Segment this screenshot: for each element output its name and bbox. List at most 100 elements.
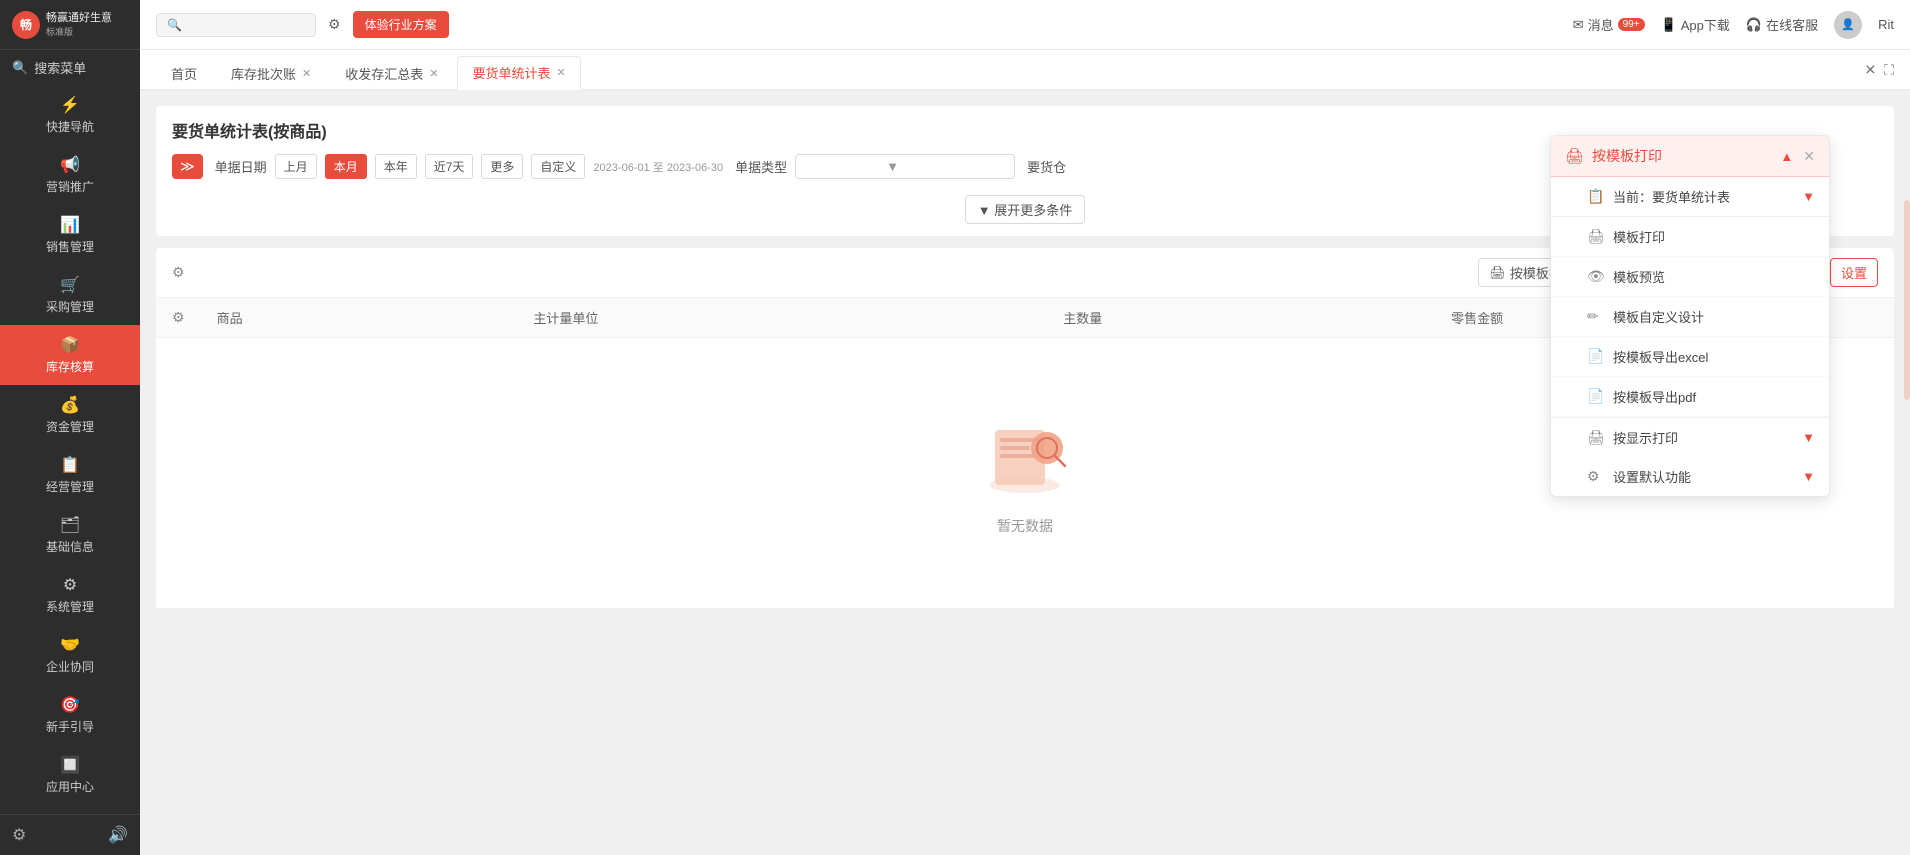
sidebar-item-label: 库存核算 xyxy=(46,358,94,375)
sales-icon: 📊 xyxy=(60,215,80,235)
date-btn-custom[interactable]: 自定义 xyxy=(531,154,585,179)
sidebar-item-basic-info[interactable]: 🗂 基础信息 xyxy=(0,505,140,565)
quick-nav-icon: ⚡ xyxy=(60,95,80,115)
more-filter-btn[interactable]: ▼ 展开更多条件 xyxy=(965,195,1085,224)
current-template-icon: 📋 xyxy=(1587,188,1603,205)
tab-receipt-summary-close[interactable]: ✕ xyxy=(429,67,438,80)
sidebar-item-purchase[interactable]: 🛒 采购管理 xyxy=(0,265,140,325)
date-btn-this-month[interactable]: 本月 xyxy=(325,154,367,179)
customer-service-icon: 🎧 xyxy=(1746,17,1762,33)
empty-text: 暂无数据 xyxy=(997,516,1053,536)
sidebar-settings-icon[interactable]: ⚙ xyxy=(12,825,26,845)
search-icon: 🔍 xyxy=(167,18,182,32)
tab-order-stats[interactable]: 要货单统计表 ✕ xyxy=(457,56,580,90)
date-filter-label: 单据日期 xyxy=(215,157,267,176)
tabs-bar: 首页 库存批次账 ✕ 收发存汇总表 ✕ 要货单统计表 ✕ ✕ ⛶ xyxy=(140,50,1910,90)
sidebar-item-inventory[interactable]: 📦 库存核算 xyxy=(0,325,140,385)
table-settings-icon[interactable]: ⚙ xyxy=(172,264,185,281)
sidebar-item-sales[interactable]: 📊 销售管理 xyxy=(0,205,140,265)
sidebar-item-label: 企业协同 xyxy=(46,658,94,675)
dropdown-item-set-default[interactable]: ⚙ 设置默认功能 ▼ xyxy=(1551,457,1829,496)
dropdown-header-label: 按模板打印 xyxy=(1592,146,1662,166)
app-logo: 畅 畅赢通好生意 标准版 xyxy=(0,0,140,50)
sidebar-item-label: 资金管理 xyxy=(46,418,94,435)
tab-receipt-summary-label: 收发存汇总表 xyxy=(345,64,423,83)
tab-inventory-batch[interactable]: 库存批次账 ✕ xyxy=(216,57,326,89)
topbar-search[interactable]: 🔍 xyxy=(156,13,316,37)
topbar-right: ✉ 消息 99+ 📱 App下载 🎧 在线客服 👤 Rit xyxy=(1573,11,1894,39)
tab-inventory-batch-label: 库存批次账 xyxy=(231,64,296,83)
dropdown-item-template-print[interactable]: 🖨 模板打印 xyxy=(1551,217,1829,257)
sidebar-search[interactable]: 🔍 搜索菜单 xyxy=(0,50,140,85)
topbar-settings-icon[interactable]: ⚙ xyxy=(328,16,341,33)
col-quantity: 主数量 xyxy=(1047,298,1435,338)
sidebar-item-system[interactable]: ⚙ 系统管理 xyxy=(0,565,140,625)
message-btn[interactable]: ✉ 消息 99+ xyxy=(1573,15,1645,34)
settings-btn[interactable]: 设置 xyxy=(1830,258,1878,287)
filter-toggle-btn[interactable]: ≫ xyxy=(172,154,203,179)
date-range-text: 2023-06-01 至 2023-06-30 xyxy=(593,159,723,175)
message-badge: 99+ xyxy=(1618,18,1645,31)
expand-window-btn[interactable]: ⛶ xyxy=(1884,61,1894,78)
template-pdf-label: 按模板导出pdf xyxy=(1613,387,1815,406)
display-print-arrow: ▼ xyxy=(1802,430,1815,445)
dropdown-close-icon[interactable]: ✕ xyxy=(1803,148,1815,165)
template-custom-icon: ✏ xyxy=(1587,308,1603,325)
dropdown-item-template-custom[interactable]: ✏ 模板自定义设计 xyxy=(1551,297,1829,337)
date-btn-more[interactable]: 更多 xyxy=(481,154,523,179)
sidebar-item-label: 经营管理 xyxy=(46,478,94,495)
inventory-icon: 📦 xyxy=(60,335,80,355)
user-name[interactable]: Rit xyxy=(1878,17,1894,32)
dropdown-item-template-excel[interactable]: 📄 按模板导出excel xyxy=(1551,337,1829,377)
tab-receipt-summary[interactable]: 收发存汇总表 ✕ xyxy=(330,57,453,89)
dropdown-item-template-preview[interactable]: 👁 模板预览 xyxy=(1551,257,1829,297)
template-print-icon: 🖨 xyxy=(1587,228,1603,245)
sidebar-item-guide[interactable]: 🎯 新手引导 xyxy=(0,685,140,745)
cargo-filter-group: 要货仓 xyxy=(1027,157,1066,176)
sidebar-bottom: ⚙ 🔊 xyxy=(0,814,140,855)
tab-inventory-batch-close[interactable]: ✕ xyxy=(302,67,311,80)
sidebar-volume-icon[interactable]: 🔊 xyxy=(108,825,128,845)
tab-home-label: 首页 xyxy=(171,64,197,83)
sidebar-item-finance[interactable]: 💰 资金管理 xyxy=(0,385,140,445)
app-center-icon: 🔲 xyxy=(60,755,80,775)
date-btn-this-year[interactable]: 本年 xyxy=(375,154,417,179)
sidebar-item-label: 应用中心 xyxy=(46,778,94,795)
tabs-bar-right: ✕ ⛶ xyxy=(1864,61,1894,78)
sidebar-item-operation[interactable]: 📋 经营管理 xyxy=(0,445,140,505)
tab-order-stats-close[interactable]: ✕ xyxy=(557,66,566,79)
user-avatar[interactable]: 👤 xyxy=(1834,11,1862,39)
display-print-label: 按显示打印 xyxy=(1613,428,1792,447)
dropdown-item-template-pdf[interactable]: 📄 按模板导出pdf xyxy=(1551,377,1829,417)
type-filter-select[interactable]: ▼ xyxy=(795,154,1015,179)
app-download-btn[interactable]: 📱 App下载 xyxy=(1661,15,1730,34)
set-default-label: 设置默认功能 xyxy=(1613,467,1792,486)
close-window-btn[interactable]: ✕ xyxy=(1864,61,1876,78)
set-default-arrow: ▼ xyxy=(1802,469,1815,484)
col-settings-icon[interactable]: ⚙ xyxy=(172,309,185,325)
search-icon: 🔍 xyxy=(12,60,28,76)
sidebar-item-label: 销售管理 xyxy=(46,238,94,255)
sidebar-item-label: 新手引导 xyxy=(46,718,94,735)
date-btn-last-month[interactable]: 上月 xyxy=(275,154,317,179)
customer-service-label: 在线客服 xyxy=(1766,15,1818,34)
dropdown-item-display-print[interactable]: 🖨 按显示打印 ▼ xyxy=(1551,418,1829,457)
message-label: 消息 xyxy=(1588,15,1614,34)
type-filter-label: 单据类型 xyxy=(735,157,787,176)
demo-btn[interactable]: 体验行业方案 xyxy=(353,11,449,38)
sidebar-item-app-center[interactable]: 🔲 应用中心 xyxy=(0,745,140,805)
date-btn-7days[interactable]: 近7天 xyxy=(425,154,474,179)
customer-service-btn[interactable]: 🎧 在线客服 xyxy=(1746,15,1818,34)
sidebar-item-wechat[interactable]: 💬 企业微信 xyxy=(0,805,140,814)
sidebar-item-collab[interactable]: 🤝 企业协同 xyxy=(0,625,140,685)
dropdown-current-template[interactable]: 📋 当前：要货单统计表 ▼ xyxy=(1551,177,1829,216)
dropdown-print-icon: 🖨 xyxy=(1565,147,1584,165)
sidebar-item-label: 系统管理 xyxy=(46,598,94,615)
basic-info-icon: 🗂 xyxy=(60,515,80,535)
sidebar-item-marketing[interactable]: 📢 营销推广 xyxy=(0,145,140,205)
logo-icon: 畅 xyxy=(12,11,40,39)
sidebar-item-quick-nav[interactable]: ⚡ 快捷导航 xyxy=(0,85,140,145)
tab-home[interactable]: 首页 xyxy=(156,57,212,89)
right-scrollbar[interactable] xyxy=(1904,200,1910,400)
empty-icon xyxy=(975,410,1075,500)
